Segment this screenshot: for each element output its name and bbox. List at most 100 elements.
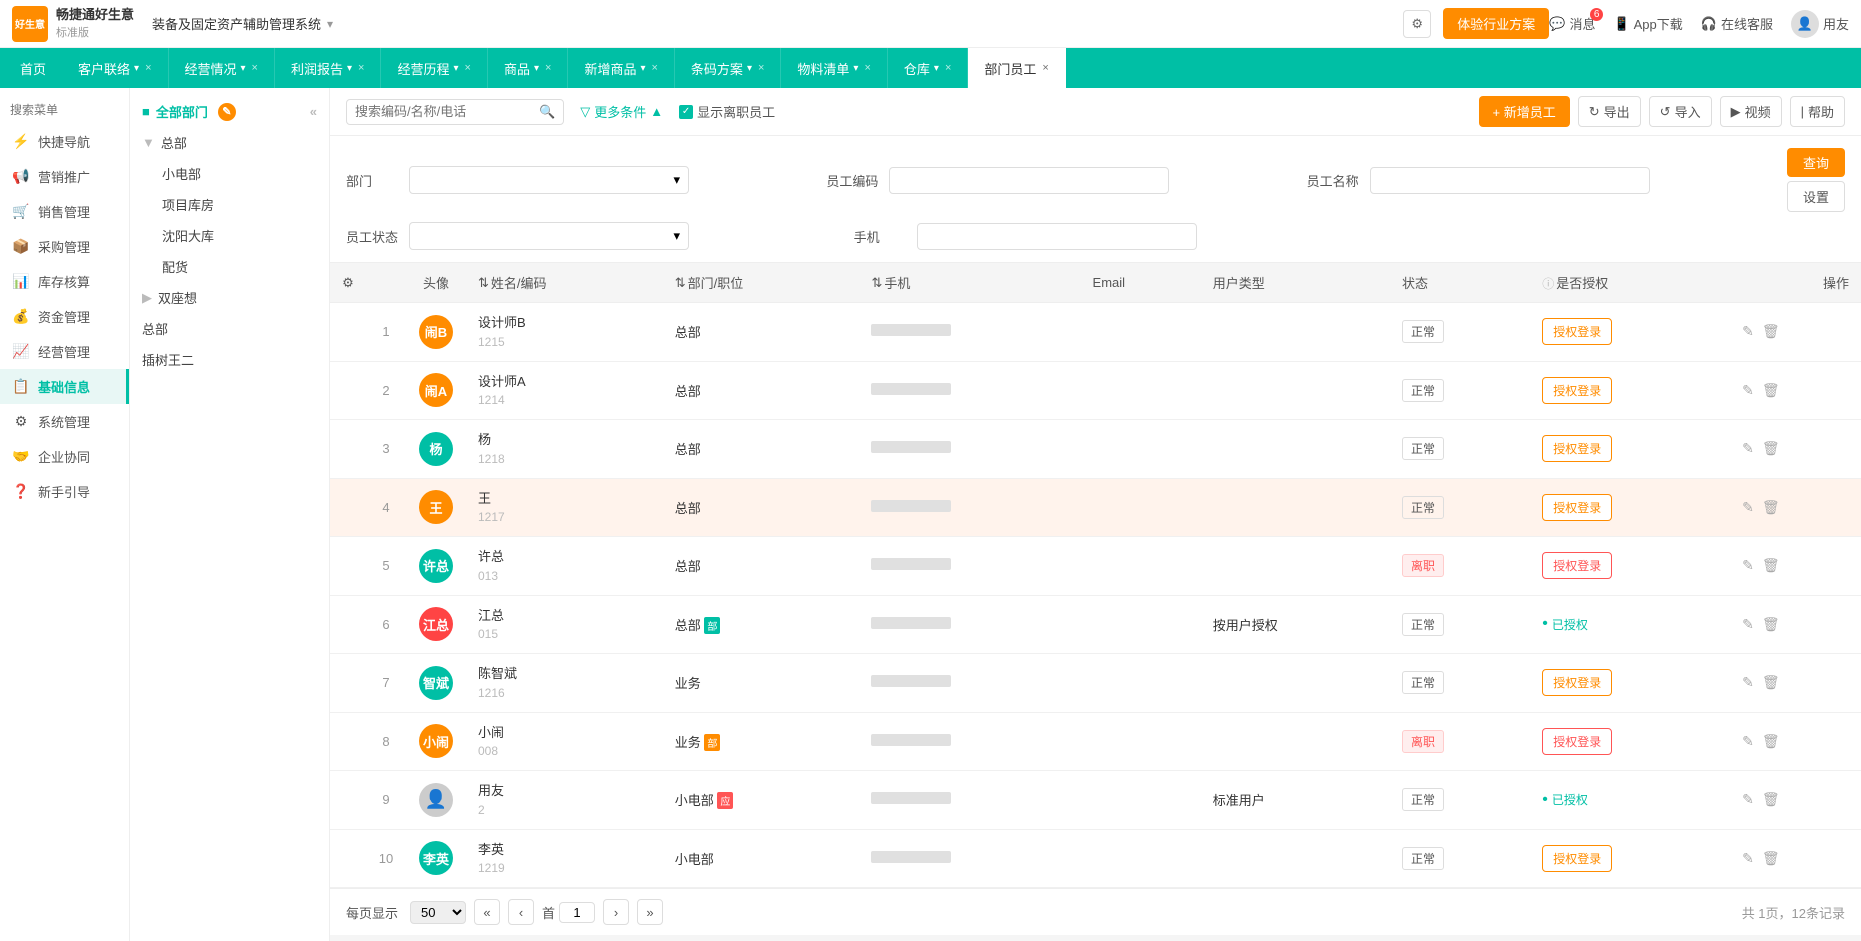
edit-icon[interactable]: ✎: [1742, 499, 1754, 516]
user-menu[interactable]: 👤 用友: [1791, 10, 1849, 38]
col-gear[interactable]: ⚙: [330, 263, 366, 303]
delete-icon[interactable]: 🗑: [1762, 791, 1780, 808]
edit-icon[interactable]: ✎: [1742, 791, 1754, 808]
sidebar-item-sales[interactable]: 🛒 销售管理: [0, 194, 129, 229]
emp-name-input[interactable]: [1370, 167, 1650, 194]
phone-input[interactable]: [917, 223, 1197, 250]
dept-node-shenyang[interactable]: 沈阳大库: [130, 220, 329, 251]
tab-close-icon[interactable]: ×: [358, 62, 364, 74]
tab-profit[interactable]: 利润报告 ▾×: [275, 48, 381, 88]
prev-page-button[interactable]: ‹: [508, 899, 534, 925]
edit-icon[interactable]: ✎: [1742, 850, 1754, 867]
app-download-button[interactable]: 📱 App下载: [1613, 14, 1682, 33]
dept-node-general[interactable]: ▼总部: [130, 127, 329, 158]
add-employee-button[interactable]: + 新增员工: [1479, 96, 1570, 127]
delete-icon[interactable]: 🗑: [1762, 557, 1780, 574]
dept-select[interactable]: ▾: [409, 166, 689, 194]
service-button[interactable]: 🎧 在线客服: [1701, 14, 1773, 33]
tab-warehouse[interactable]: 仓库 ▾×: [888, 48, 968, 88]
page-number-input[interactable]: [559, 902, 595, 923]
sidebar-item-guide[interactable]: ❓ 新手引导: [0, 474, 129, 509]
delete-icon[interactable]: 🗑: [1762, 323, 1780, 340]
auth-login-button[interactable]: 授权登录: [1542, 728, 1612, 755]
tab-dept-staff[interactable]: 部门员工 ×: [968, 48, 1065, 88]
dept-node-project[interactable]: 项目库房: [130, 189, 329, 220]
col-dept[interactable]: ⇅ 部门/职位: [663, 263, 860, 303]
import-button[interactable]: ↺ 导入: [1649, 96, 1712, 127]
show-resign-toggle[interactable]: ✓ 显示离职员工: [679, 102, 775, 121]
settings-button[interactable]: 设置: [1787, 181, 1845, 212]
edit-icon[interactable]: ✎: [1742, 440, 1754, 457]
edit-icon[interactable]: ✎: [1742, 382, 1754, 399]
tab-close-icon[interactable]: ×: [758, 62, 764, 74]
delete-icon[interactable]: 🗑: [1762, 382, 1780, 399]
delete-icon[interactable]: 🗑: [1762, 499, 1780, 516]
search-input[interactable]: [355, 104, 535, 119]
auth-login-button[interactable]: 授权登录: [1542, 377, 1612, 404]
tab-home[interactable]: 首页: [4, 48, 62, 88]
video-button[interactable]: ▶ 视频: [1720, 96, 1782, 127]
tab-customer[interactable]: 客户联络 ▾×: [62, 48, 168, 88]
page-size-select[interactable]: 50 100 200: [410, 901, 466, 924]
col-phone[interactable]: ⇅ 手机: [859, 263, 1080, 303]
last-page-button[interactable]: »: [637, 899, 663, 925]
auth-login-button[interactable]: 授权登录: [1542, 494, 1612, 521]
next-page-button[interactable]: ›: [603, 899, 629, 925]
tab-history[interactable]: 经营历程 ▾×: [381, 48, 487, 88]
sidebar-item-marketing[interactable]: 📢 营销推广: [0, 159, 129, 194]
delete-icon[interactable]: 🗑: [1762, 616, 1780, 633]
show-resign-checkbox[interactable]: ✓: [679, 105, 693, 119]
sidebar-item-quick[interactable]: ⚡ 快捷导航: [0, 124, 129, 159]
dropdown-arrow-icon[interactable]: ▾: [327, 17, 333, 31]
tab-close-icon[interactable]: ×: [864, 62, 870, 74]
dept-node-small-elec[interactable]: 小电部: [130, 158, 329, 189]
sidebar-item-enterprise[interactable]: 🤝 企业协同: [0, 439, 129, 474]
auth-login-button[interactable]: 授权登录: [1542, 669, 1612, 696]
delete-icon[interactable]: 🗑: [1762, 850, 1780, 867]
sort-phone[interactable]: ⇅ 手机: [871, 273, 1068, 292]
edit-icon[interactable]: ✎: [1742, 323, 1754, 340]
collapse-tree-button[interactable]: «: [310, 104, 317, 119]
tab-management[interactable]: 经营情况 ▾×: [169, 48, 275, 88]
delete-icon[interactable]: 🗑: [1762, 733, 1780, 750]
edit-icon[interactable]: ✎: [1742, 733, 1754, 750]
delete-icon[interactable]: 🗑: [1762, 440, 1780, 457]
tab-material[interactable]: 物料清单 ▾×: [781, 48, 887, 88]
sidebar-item-basic[interactable]: 📋 基础信息: [0, 369, 129, 404]
dept-node-double-think[interactable]: ▶双座想: [130, 282, 329, 313]
search-button[interactable]: 查询: [1787, 148, 1845, 177]
sort-dept[interactable]: ⇅ 部门/职位: [675, 273, 848, 292]
first-page-button[interactable]: «: [474, 899, 500, 925]
auth-login-button[interactable]: 授权登录: [1542, 318, 1612, 345]
delete-icon[interactable]: 🗑: [1762, 674, 1780, 691]
tab-goods[interactable]: 商品 ▾×: [488, 48, 568, 88]
auth-login-button[interactable]: 授权登录: [1542, 845, 1612, 872]
dept-node-general2[interactable]: 总部: [130, 313, 329, 344]
tab-close-icon[interactable]: ×: [545, 62, 551, 74]
tab-close-icon[interactable]: ×: [252, 62, 258, 74]
dept-node-dummy-king[interactable]: 插树王二: [130, 344, 329, 375]
tab-new-goods[interactable]: 新增商品 ▾×: [568, 48, 674, 88]
tab-close-icon[interactable]: ×: [651, 62, 657, 74]
sidebar-item-inventory[interactable]: 📊 库存核算: [0, 264, 129, 299]
emp-code-input[interactable]: [889, 167, 1169, 194]
gear-button[interactable]: ⚙: [1403, 10, 1431, 38]
tab-close-icon[interactable]: ×: [1042, 62, 1048, 74]
more-conditions-button[interactable]: ▽ 更多条件 ▲: [572, 98, 671, 125]
edit-icon[interactable]: ✎: [1742, 616, 1754, 633]
export-button[interactable]: ↻ 导出: [1578, 96, 1641, 127]
sidebar-item-purchase[interactable]: 📦 采购管理: [0, 229, 129, 264]
col-name[interactable]: ⇅ 姓名/编码: [466, 263, 663, 303]
message-button[interactable]: 💬 消息 6: [1549, 14, 1595, 33]
trial-button[interactable]: 体验行业方案: [1443, 8, 1549, 39]
edit-icon[interactable]: ✎: [1742, 557, 1754, 574]
dept-node-distribution[interactable]: 配货: [130, 251, 329, 282]
auth-login-button[interactable]: 授权登录: [1542, 552, 1612, 579]
sort-name[interactable]: ⇅ 姓名/编码: [478, 273, 651, 292]
auth-login-button[interactable]: 授权登录: [1542, 435, 1612, 462]
sidebar-item-operation[interactable]: 📈 经营管理: [0, 334, 129, 369]
tab-close-icon[interactable]: ×: [465, 62, 471, 74]
help-button[interactable]: | 帮助: [1790, 96, 1845, 127]
tab-close-icon[interactable]: ×: [945, 62, 951, 74]
sidebar-item-finance[interactable]: 💰 资金管理: [0, 299, 129, 334]
